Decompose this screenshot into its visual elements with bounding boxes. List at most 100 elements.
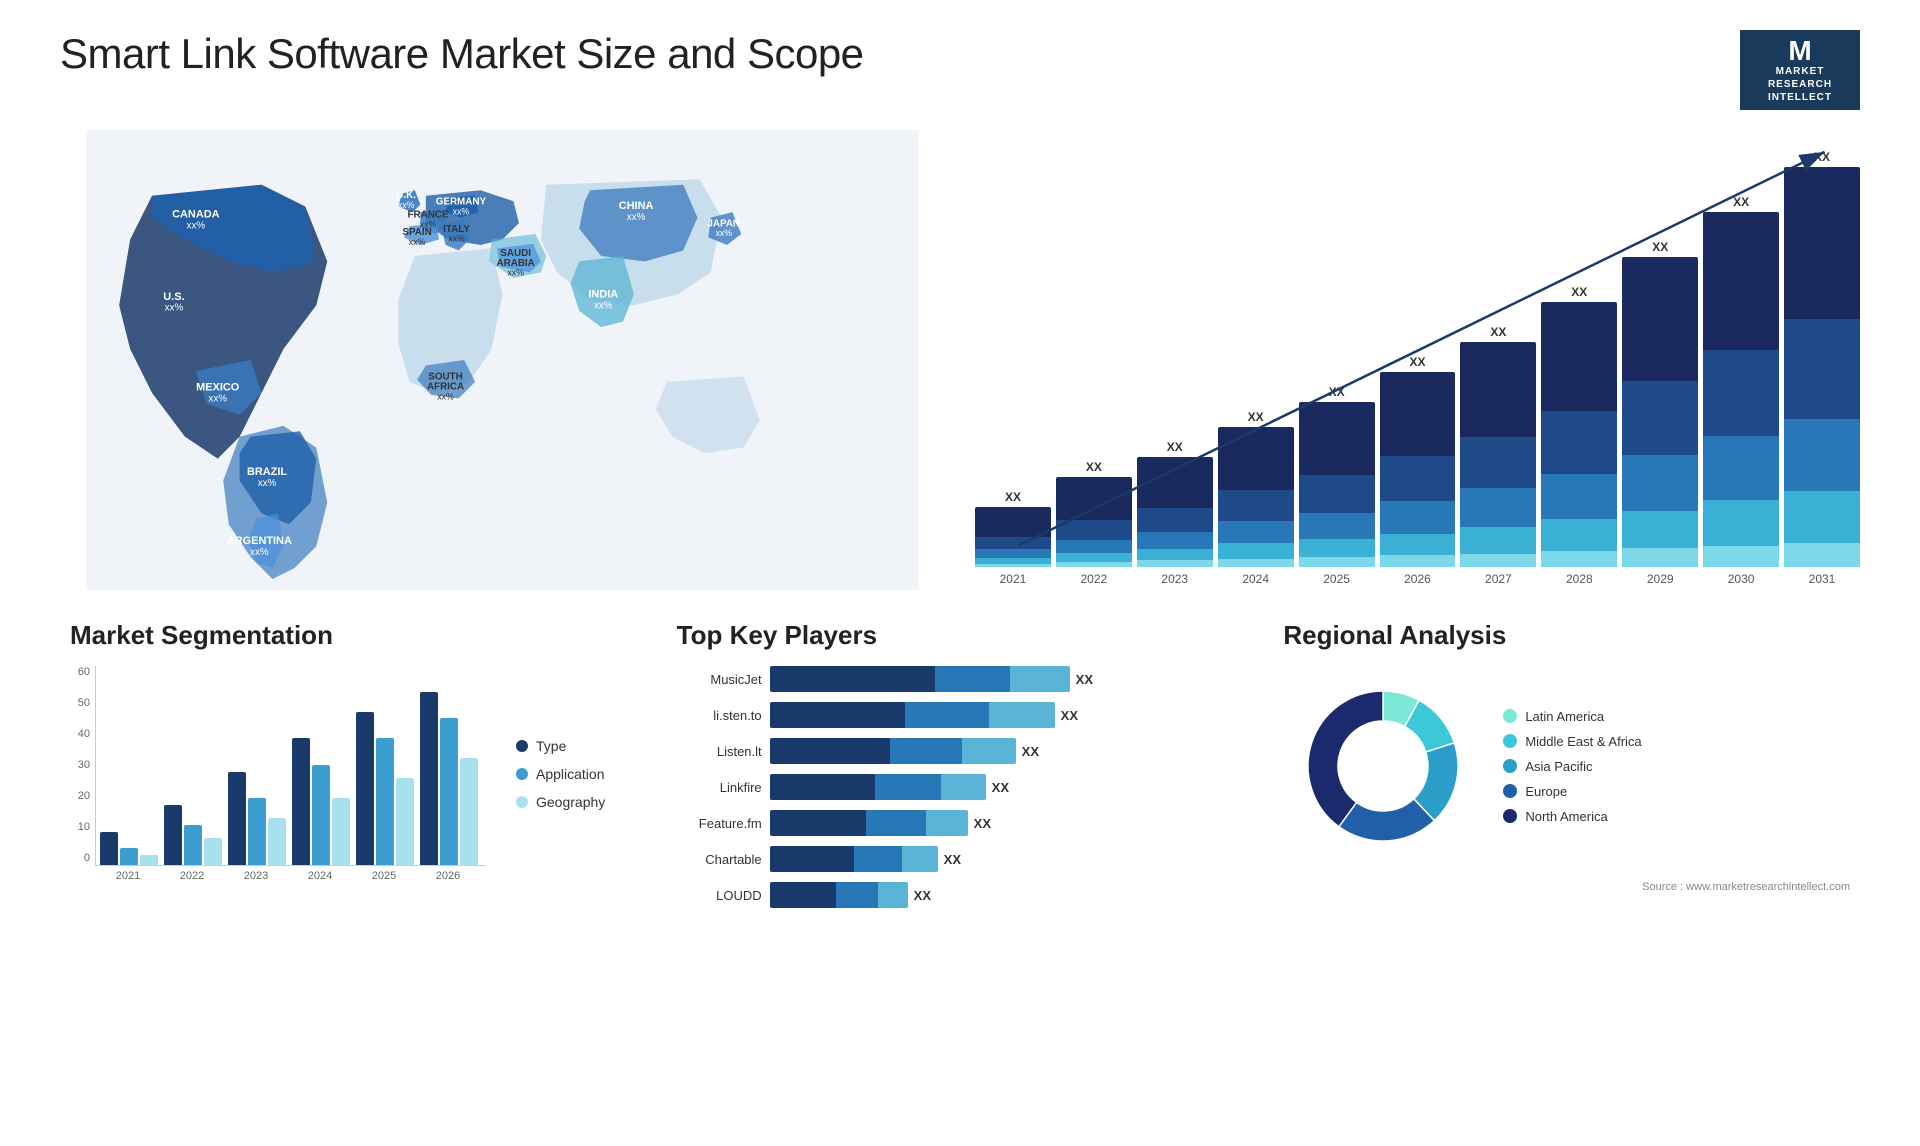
world-map: CANADA xx% U.S. xx% MEXICO xx% BRAZIL xx…	[60, 130, 945, 590]
growth-chart: XXXXXXXXXXXXXXXXXXXXXX 20212022202320242…	[975, 130, 1860, 590]
seg-bar-group	[164, 805, 222, 865]
stacked-bar	[1622, 257, 1698, 567]
svg-text:BRAZIL: BRAZIL	[247, 466, 287, 478]
bar-group: XX	[1541, 285, 1617, 567]
svg-text:MEXICO: MEXICO	[196, 382, 240, 394]
player-row: Listen.ltXX	[677, 738, 1244, 764]
svg-text:xx%: xx%	[250, 547, 269, 558]
svg-text:xx%: xx%	[409, 237, 426, 247]
svg-text:xx%: xx%	[208, 394, 227, 405]
regional-legend: Latin America Middle East & Africa Asia Pa…	[1503, 709, 1641, 824]
bar-group: XX	[1460, 325, 1536, 567]
svg-text:xx%: xx%	[187, 221, 206, 232]
logo-line1: MARKET	[1776, 65, 1825, 78]
stacked-bar	[1299, 402, 1375, 567]
page-title: Smart Link Software Market Size and Scop…	[60, 30, 864, 78]
seg-bar	[228, 772, 246, 865]
svg-text:xx%: xx%	[507, 268, 524, 278]
legend-item: Type	[516, 738, 605, 754]
svg-text:xx%: xx%	[437, 391, 454, 401]
player-row: LOUDDXX	[677, 882, 1244, 908]
seg-bar-group	[100, 832, 158, 865]
source-text: Source : www.marketresearchintellect.com	[1283, 881, 1850, 893]
regional-title: Regional Analysis	[1283, 620, 1850, 651]
bar-group: XX	[1380, 355, 1456, 567]
segmentation-title: Market Segmentation	[70, 620, 637, 651]
player-bar	[770, 702, 1055, 728]
regional-legend-item: Europe	[1503, 784, 1641, 799]
seg-bar	[140, 855, 158, 865]
players-list: MusicJetXXli.sten.toXXListen.ltXXLinkfir…	[677, 666, 1244, 908]
seg-bar-group	[356, 712, 414, 865]
player-bar	[770, 846, 938, 872]
bar-group: XX	[1299, 385, 1375, 567]
player-bar	[770, 882, 908, 908]
svg-text:xx%: xx%	[448, 234, 465, 244]
seg-bar	[268, 818, 286, 865]
player-bar	[770, 738, 1016, 764]
seg-bar-group	[420, 692, 478, 865]
regional-legend-item: Middle East & Africa	[1503, 734, 1641, 749]
logo-letter: M	[1788, 37, 1811, 65]
stacked-bar	[1703, 212, 1779, 567]
svg-text:xx%: xx%	[594, 301, 613, 312]
segmentation-section: Market Segmentation 60 50 40 30 20 10 0	[60, 610, 647, 928]
seg-bar	[100, 832, 118, 865]
bar-group: XX	[1703, 195, 1779, 567]
players-section: Top Key Players MusicJetXX li.sten.toXX Li…	[667, 610, 1254, 928]
svg-text:ARGENTINA: ARGENTINA	[227, 535, 292, 547]
seg-bar	[312, 765, 330, 865]
stacked-bar	[1380, 372, 1456, 567]
seg-bar	[440, 718, 458, 865]
bar-group: XX	[975, 490, 1051, 567]
svg-text:INDIA: INDIA	[588, 289, 618, 301]
svg-text:xx%: xx%	[715, 228, 732, 238]
seg-bar	[332, 798, 350, 865]
regional-legend-item: Latin America	[1503, 709, 1641, 724]
player-row: MusicJetXX	[677, 666, 1244, 692]
logo-line2: RESEARCH	[1768, 78, 1832, 91]
stacked-bar	[1218, 427, 1294, 567]
seg-bar	[396, 778, 414, 865]
stacked-bar	[1541, 302, 1617, 567]
donut-container: Latin America Middle East & Africa Asia Pa…	[1283, 666, 1850, 866]
svg-text:xx%: xx%	[627, 212, 646, 223]
page-container: Smart Link Software Market Size and Scop…	[0, 0, 1920, 1146]
seg-bar	[164, 805, 182, 865]
logo-box: M MARKET RESEARCH INTELLECT	[1740, 30, 1860, 110]
logo-line3: INTELLECT	[1768, 91, 1832, 104]
seg-bar	[356, 712, 374, 865]
svg-text:CANADA: CANADA	[172, 209, 219, 221]
seg-bar-group	[292, 738, 350, 865]
seg-bar	[204, 838, 222, 865]
player-row: ChartableXX	[677, 846, 1244, 872]
svg-text:xx%: xx%	[453, 206, 470, 216]
player-bar	[770, 774, 986, 800]
seg-bar-group	[228, 772, 286, 865]
stacked-bar	[1137, 457, 1213, 567]
svg-text:CHINA: CHINA	[619, 200, 654, 212]
bar-group: XX	[1784, 150, 1860, 567]
player-bar	[770, 666, 1070, 692]
stacked-bar	[1056, 477, 1132, 567]
svg-text:U.S.: U.S.	[163, 291, 184, 303]
bar-group: XX	[1137, 440, 1213, 567]
seg-bar	[120, 848, 138, 865]
legend-item: Geography	[516, 794, 605, 810]
svg-text:xx%: xx%	[398, 200, 415, 210]
donut-chart	[1283, 666, 1483, 866]
seg-bar	[376, 738, 394, 865]
svg-text:xx%: xx%	[258, 478, 277, 489]
player-row: li.sten.toXX	[677, 702, 1244, 728]
map-svg: CANADA xx% U.S. xx% MEXICO xx% BRAZIL xx…	[60, 130, 945, 590]
legend-item: Application	[516, 766, 605, 782]
seg-bar	[184, 825, 202, 865]
seg-bar	[420, 692, 438, 865]
bar-group: XX	[1622, 240, 1698, 567]
regional-legend-item: Asia Pacific	[1503, 759, 1641, 774]
player-bar	[770, 810, 968, 836]
seg-bar	[248, 798, 266, 865]
regional-section: Regional Analysis Latin America Middle Ea…	[1273, 610, 1860, 928]
header: Smart Link Software Market Size and Scop…	[60, 30, 1860, 110]
players-title: Top Key Players	[677, 620, 1244, 651]
